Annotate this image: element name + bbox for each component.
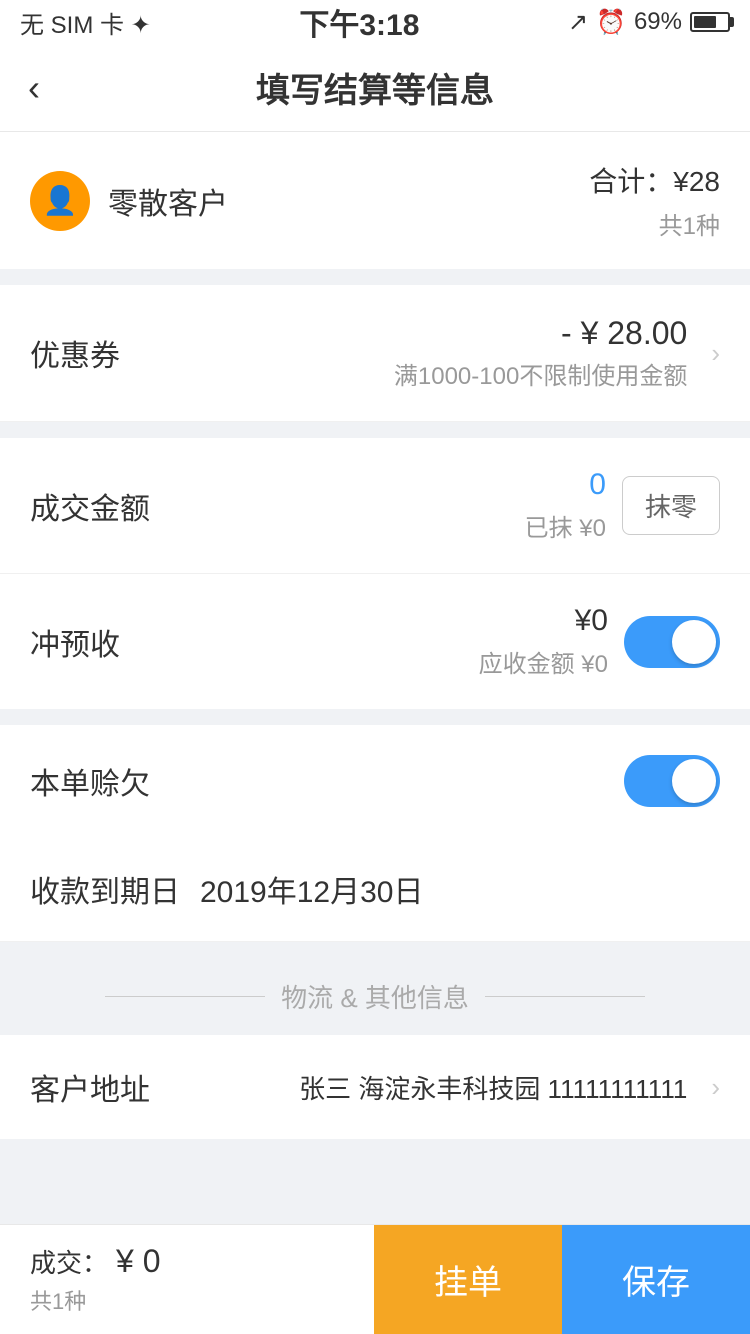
address-label: 客户地址 bbox=[30, 1065, 150, 1109]
prepayment-amount: ¥0 bbox=[575, 604, 608, 637]
customer-info: 👤 零散客户 bbox=[30, 171, 228, 231]
deal-amount-right: 0 已抹 ¥0 抹零 bbox=[525, 468, 720, 543]
nav-bar: ‹ 填写结算等信息 bbox=[0, 44, 750, 132]
prepayment-value-block: ¥0 应收金额 ¥0 bbox=[479, 604, 608, 679]
address-row[interactable]: 客户地址 张三 海淀永丰科技园 11111111111 › bbox=[0, 1035, 750, 1139]
coupon-value-block: - ¥ 28.00 满1000-100不限制使用金额 bbox=[394, 315, 687, 391]
deal-amount-sub: 已抹 ¥0 bbox=[525, 508, 606, 543]
prepayment-toggle[interactable] bbox=[624, 616, 720, 668]
credit-row: 本单赊欠 bbox=[0, 725, 750, 837]
address-section: 客户地址 张三 海淀永丰科技园 11111111111 › bbox=[0, 1035, 750, 1139]
credit-right bbox=[624, 755, 720, 807]
coupon-sub: 满1000-100不限制使用金额 bbox=[394, 356, 687, 391]
chevron-right-icon: › bbox=[711, 338, 720, 369]
status-time: 下午3:18 bbox=[299, 0, 419, 44]
deal-amount-label: 成交金额 bbox=[30, 484, 150, 528]
logistics-label: 物流 & 其他信息 bbox=[281, 978, 469, 1015]
address-chevron-icon: › bbox=[711, 1072, 720, 1103]
sim-status: 无 SIM 卡 ✦ bbox=[20, 5, 151, 40]
customer-name: 零散客户 bbox=[108, 179, 228, 223]
status-bar: 无 SIM 卡 ✦ 下午3:18 ↗ ⏰ 69% bbox=[0, 0, 750, 44]
prepayment-sub: 应收金额 ¥0 bbox=[479, 644, 608, 679]
credit-toggle[interactable] bbox=[624, 755, 720, 807]
customer-total: 合计：¥28 共1种 bbox=[589, 160, 720, 241]
deal-amount-row: 成交金额 0 已抹 ¥0 抹零 bbox=[0, 438, 750, 574]
location-icon: ↗ bbox=[568, 8, 588, 37]
bottom-count: 共1种 bbox=[30, 1284, 344, 1316]
coupon-discount: - ¥ 28.00 bbox=[394, 315, 687, 352]
coupon-section: 优惠券 - ¥ 28.00 满1000-100不限制使用金额 › bbox=[0, 285, 750, 422]
avatar: 👤 bbox=[30, 171, 90, 231]
status-right: ↗ ⏰ 69% bbox=[568, 8, 730, 37]
hangup-button[interactable]: 挂单 bbox=[374, 1225, 562, 1334]
alarm-icon: ⏰ bbox=[596, 8, 626, 37]
logistics-section-header: 物流 & 其他信息 bbox=[0, 958, 750, 1035]
toggle-knob bbox=[672, 620, 716, 664]
bottom-deal-amount: ¥ 0 bbox=[116, 1243, 160, 1280]
coupon-right: - ¥ 28.00 满1000-100不限制使用金额 › bbox=[394, 315, 720, 391]
status-left: 无 SIM 卡 ✦ bbox=[20, 5, 151, 40]
address-value: 张三 海淀永丰科技园 11111111111 bbox=[299, 1069, 687, 1106]
bottom-deal-row: 成交： ¥ 0 bbox=[30, 1243, 344, 1280]
bottom-info: 成交： ¥ 0 共1种 bbox=[0, 1243, 374, 1316]
amount-section: 成交金额 0 已抹 ¥0 抹零 冲预收 ¥0 应收金额 ¥0 bbox=[0, 438, 750, 709]
credit-toggle-knob bbox=[672, 759, 716, 803]
address-right: 张三 海淀永丰科技园 11111111111 › bbox=[299, 1069, 720, 1106]
round-zero-button[interactable]: 抹零 bbox=[622, 476, 720, 535]
credit-label: 本单赊欠 bbox=[30, 759, 150, 803]
due-date-label: 收款到期日 bbox=[30, 867, 180, 911]
coupon-row[interactable]: 优惠券 - ¥ 28.00 满1000-100不限制使用金额 › bbox=[0, 285, 750, 422]
customer-row: 👤 零散客户 合计：¥28 共1种 bbox=[0, 132, 750, 269]
avatar-icon: 👤 bbox=[43, 184, 78, 217]
battery-percent: 69% bbox=[634, 8, 682, 36]
due-date-row: 收款到期日 2019年12月30日 bbox=[0, 837, 750, 942]
total-amount: 合计：¥28 bbox=[589, 160, 720, 200]
save-label: 保存 bbox=[622, 1255, 690, 1304]
deal-amount-value: 0 bbox=[589, 468, 606, 501]
battery-icon bbox=[690, 12, 730, 32]
content-area: 👤 零散客户 合计：¥28 共1种 优惠券 - ¥ 28.00 满1000-10… bbox=[0, 132, 750, 1275]
bottom-bar: 成交： ¥ 0 共1种 挂单 保存 bbox=[0, 1224, 750, 1334]
hangup-label: 挂单 bbox=[434, 1255, 502, 1304]
credit-section: 本单赊欠 收款到期日 2019年12月30日 bbox=[0, 725, 750, 942]
deal-amount-block: 0 已抹 ¥0 bbox=[525, 468, 606, 543]
back-icon: ‹ bbox=[28, 67, 40, 108]
page-title: 填写结算等信息 bbox=[256, 63, 494, 112]
prepayment-label: 冲预收 bbox=[30, 620, 120, 664]
due-date-value: 2019年12月30日 bbox=[200, 867, 423, 911]
coupon-label: 优惠券 bbox=[30, 331, 120, 375]
bottom-deal-label: 成交： bbox=[30, 1243, 108, 1280]
prepayment-row: 冲预收 ¥0 应收金额 ¥0 bbox=[0, 574, 750, 709]
total-count: 共1种 bbox=[589, 206, 720, 241]
save-button[interactable]: 保存 bbox=[562, 1225, 750, 1334]
prepayment-right: ¥0 应收金额 ¥0 bbox=[479, 604, 720, 679]
back-button[interactable]: ‹ bbox=[28, 67, 40, 109]
